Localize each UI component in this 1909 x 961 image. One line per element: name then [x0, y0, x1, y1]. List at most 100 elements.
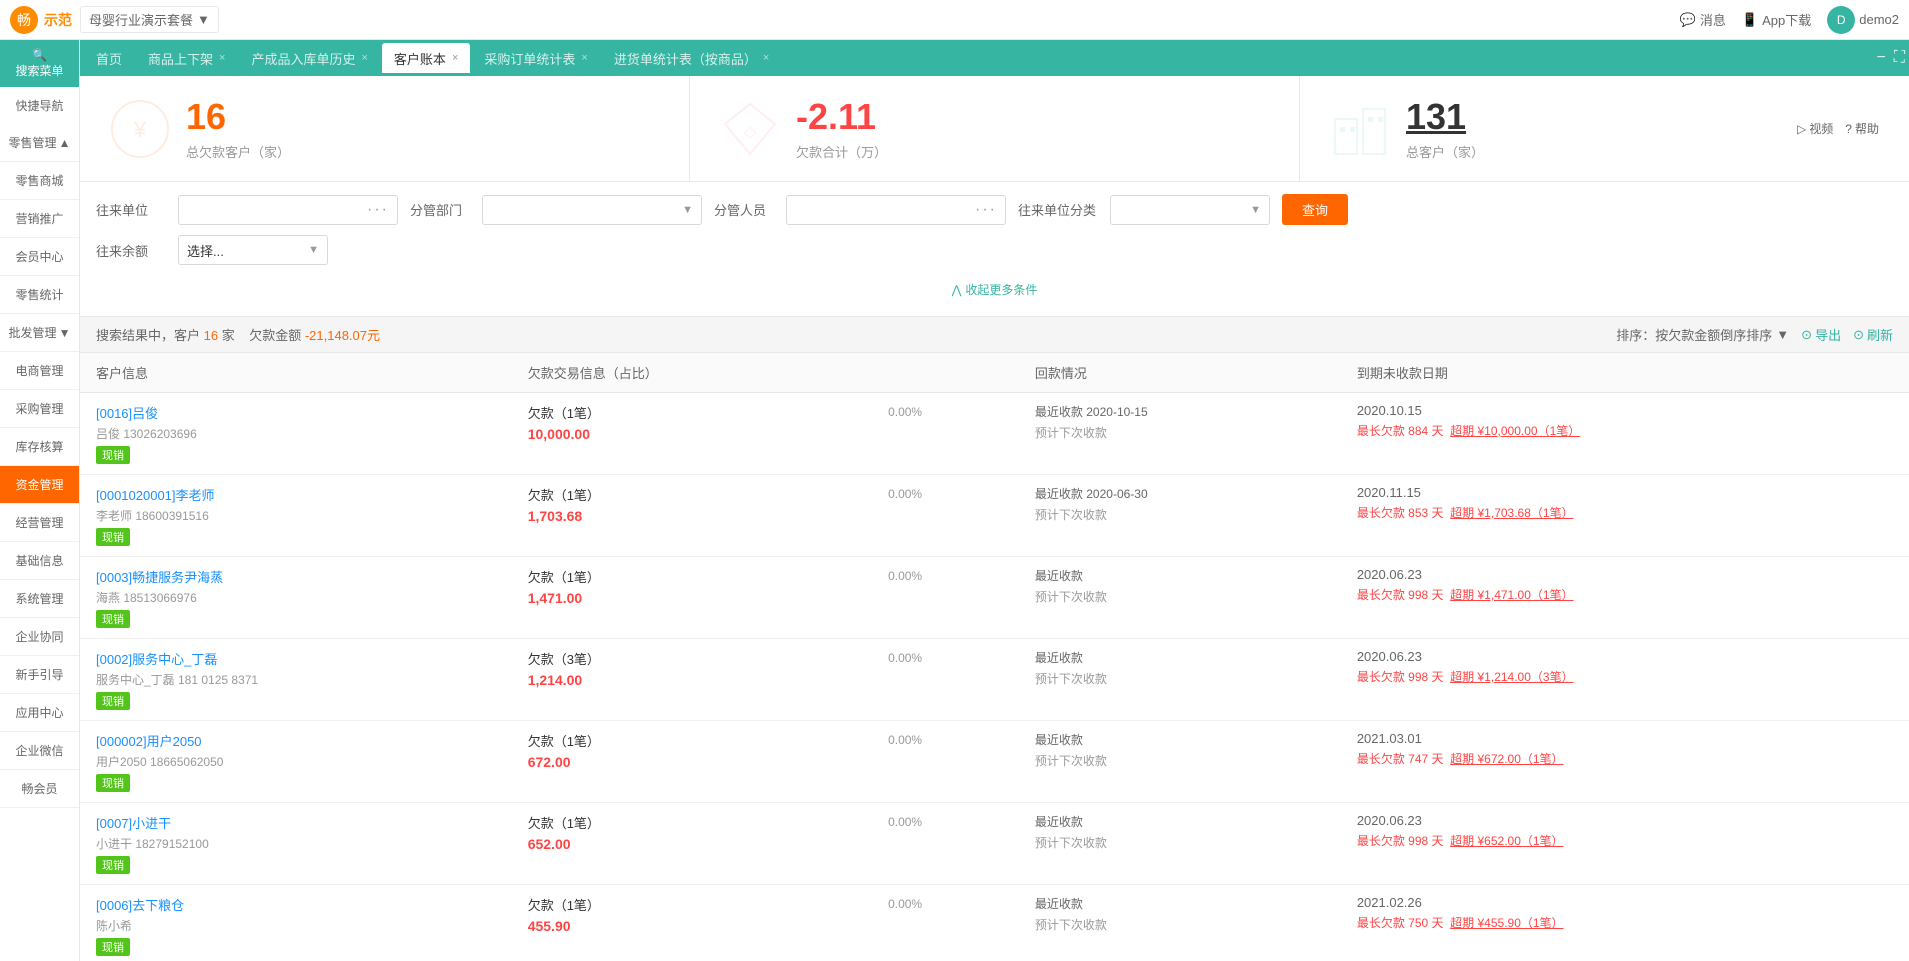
- sort-arrow-icon: ▼: [1776, 327, 1789, 342]
- tab-label: 客户账本: [394, 49, 446, 68]
- sidebar-item-retail-mall[interactable]: 零售商城: [0, 162, 79, 200]
- dept-select[interactable]: ▼: [482, 195, 702, 225]
- overdue-date: 2021.03.01: [1357, 731, 1893, 746]
- search-button[interactable]: 查询: [1282, 194, 1348, 225]
- tab-home[interactable]: 首页: [84, 43, 134, 73]
- refresh-btn[interactable]: ⊙ 刷新: [1853, 325, 1893, 344]
- customer-name-link[interactable]: [000002]用户2050: [96, 734, 202, 749]
- overdue-link[interactable]: 超期 ¥10,000.00（1笔）: [1450, 424, 1580, 438]
- sidebar-item-inventory[interactable]: 库存核算: [0, 428, 79, 466]
- cell-due-0: 2020.10.15 最长欠款 884 天 超期 ¥10,000.00（1笔）: [1341, 393, 1909, 475]
- tab-close-icon[interactable]: ×: [219, 52, 225, 64]
- tab-label: 采购订单统计表: [484, 49, 575, 68]
- stats-panel: ¥ 16 总欠款客户（家） ◇: [80, 76, 1909, 182]
- sidebar-item-purchase[interactable]: 采购管理: [0, 390, 79, 428]
- tab-product-updown[interactable]: 商品上下架 ×: [136, 43, 237, 73]
- app-download-btn[interactable]: 📱 App下载: [1742, 10, 1811, 29]
- customer-name-link[interactable]: [0001020001]李老师: [96, 488, 215, 503]
- sidebar-item-corp-collab[interactable]: 企业协同: [0, 618, 79, 656]
- industry-name: 母婴行业演示套餐: [89, 10, 193, 29]
- stat-label-debt: 欠款合计（万）: [796, 142, 887, 161]
- tab-close-icon[interactable]: ×: [361, 52, 367, 64]
- manager-input[interactable]: ···: [786, 195, 1006, 225]
- customer-name-link[interactable]: [0007]小进干: [96, 816, 171, 831]
- overdue-link[interactable]: 超期 ¥455.90（1笔）: [1450, 916, 1563, 930]
- tab-import-stats[interactable]: 进货单统计表（按商品） ×: [602, 43, 781, 73]
- sort-selector[interactable]: 排序：按欠款金额倒序排序 ▼: [1616, 325, 1789, 344]
- debt-ratio: 0.00%: [888, 569, 1003, 583]
- sidebar-item-marketing[interactable]: 营销推广: [0, 200, 79, 238]
- tab-product-history[interactable]: 产成品入库单历史 ×: [239, 43, 379, 73]
- cell-ratio-2: 0.00%: [872, 557, 1019, 639]
- customer-name-link[interactable]: [0003]畅捷服务尹海蒸: [96, 570, 223, 585]
- sidebar-item-label: 会员中心: [15, 250, 63, 264]
- sidebar-quick-nav[interactable]: 快捷导航: [0, 87, 79, 124]
- data-table: 客户信息 欠款交易信息（占比） 回款情况 到期未收款日期 [0016]吕俊 吕俊…: [80, 353, 1909, 961]
- tab-expand-btn[interactable]: ⛶: [1894, 49, 1905, 67]
- customer-name-link[interactable]: [0016]吕俊: [96, 406, 158, 421]
- sidebar-item-newbie[interactable]: 新手引导: [0, 656, 79, 694]
- customer-tag: 现销: [96, 446, 130, 464]
- app-download-icon: 📱: [1742, 12, 1758, 28]
- sidebar-item-label: 基础信息: [15, 554, 63, 568]
- table-row: [0001020001]李老师 李老师 18600391516 现销 欠款（1笔…: [80, 475, 1909, 557]
- stat-icon-diamond: ◇: [720, 99, 780, 159]
- tab-close-icon[interactable]: ×: [581, 52, 587, 64]
- table-row: [000002]用户2050 用户2050 18665062050 现销 欠款（…: [80, 721, 1909, 803]
- unit-category-select[interactable]: ▼: [1110, 195, 1270, 225]
- debt-count: 欠款（1笔）: [528, 567, 856, 586]
- help-btn[interactable]: ? 帮助: [1845, 120, 1879, 137]
- overdue-link[interactable]: 超期 ¥1,703.68（1笔）: [1450, 506, 1573, 520]
- customer-sub: 陈小希: [96, 917, 496, 934]
- debt-ratio: 0.00%: [888, 487, 1003, 501]
- sidebar-item-label: 电商管理: [15, 364, 63, 378]
- cell-due-2: 2020.06.23 最长欠款 998 天 超期 ¥1,471.00（1笔）: [1341, 557, 1909, 639]
- sidebar-item-ecommerce[interactable]: 电商管理: [0, 352, 79, 390]
- sidebar-item-vip[interactable]: 畅会员: [0, 770, 79, 808]
- result-bar: 搜索结果中，客户 16 家 欠款金额 -21,148.07元 排序：按欠款金额倒…: [80, 317, 1909, 353]
- sidebar-item-system[interactable]: 系统管理: [0, 580, 79, 618]
- cell-customer-5: [0007]小进干 小进干 18279152100 现销: [80, 803, 512, 885]
- sidebar-item-batch-mgmt[interactable]: 批发管理 ▼: [0, 314, 79, 352]
- user-profile[interactable]: D demo2: [1827, 6, 1899, 34]
- cell-customer-1: [0001020001]李老师 李老师 18600391516 现销: [80, 475, 512, 557]
- recover-plan: 预计下次收款: [1035, 424, 1325, 441]
- customer-name-link[interactable]: [0002]服务中心_丁磊: [96, 652, 217, 667]
- overdue-link[interactable]: 超期 ¥1,214.00（3笔）: [1450, 670, 1573, 684]
- result-unit: 家: [222, 328, 235, 343]
- tab-purchase-order[interactable]: 采购订单统计表 ×: [472, 43, 599, 73]
- debt-amount: 1,214.00: [528, 672, 856, 688]
- collapse-more-btn[interactable]: ⋀ 收起更多条件: [96, 275, 1893, 304]
- customer-name-link[interactable]: [0006]去下粮仓: [96, 898, 184, 913]
- debt-amount: 10,000.00: [528, 426, 856, 442]
- cell-customer-6: [0006]去下粮仓 陈小希 现销: [80, 885, 512, 961]
- overdue-link[interactable]: 超期 ¥1,471.00（1笔）: [1450, 588, 1573, 602]
- stat-item-debt: ◇ -2.11 欠款合计（万）: [690, 76, 1300, 181]
- sidebar-search[interactable]: 🔍 搜索菜单: [0, 40, 79, 87]
- tab-close-icon[interactable]: ×: [452, 52, 458, 64]
- sidebar-item-member[interactable]: 会员中心: [0, 238, 79, 276]
- sidebar-item-corp-wechat[interactable]: 企业微信: [0, 732, 79, 770]
- balance-type-select[interactable]: 选择... ▼: [178, 235, 328, 265]
- video-btn[interactable]: ▷ 视频: [1797, 120, 1833, 137]
- tab-close-icon[interactable]: ×: [763, 52, 769, 64]
- overdue-date: 2020.10.15: [1357, 403, 1893, 418]
- message-btn[interactable]: 💬 消息: [1680, 10, 1726, 29]
- sidebar-item-retail-mgmt[interactable]: 零售管理 ▲: [0, 124, 79, 162]
- source-unit-input[interactable]: ···: [178, 195, 398, 225]
- industry-selector[interactable]: 母婴行业演示套餐 ▼: [80, 6, 219, 33]
- export-btn[interactable]: ⊙ 导出: [1801, 325, 1841, 344]
- sidebar-item-operations[interactable]: 经营管理: [0, 504, 79, 542]
- tab-customer-account[interactable]: 客户账本 ×: [382, 43, 470, 73]
- sidebar-item-app-center[interactable]: 应用中心: [0, 694, 79, 732]
- overdue-link[interactable]: 超期 ¥672.00（1笔）: [1450, 752, 1563, 766]
- sidebar-item-retail-stats[interactable]: 零售统计: [0, 276, 79, 314]
- overdue-link[interactable]: 超期 ¥652.00（1笔）: [1450, 834, 1563, 848]
- tab-minimize-btn[interactable]: −: [1876, 49, 1885, 67]
- sidebar-item-finance[interactable]: 资金管理: [0, 466, 79, 504]
- debt-amount: 672.00: [528, 754, 856, 770]
- sidebar-item-basic-info[interactable]: 基础信息: [0, 542, 79, 580]
- tab-bar-controls: − ⛶: [1876, 49, 1905, 67]
- sidebar-item-label: 采购管理: [15, 402, 63, 416]
- cell-due-6: 2021.02.26 最长欠款 750 天 超期 ¥455.90（1笔）: [1341, 885, 1909, 961]
